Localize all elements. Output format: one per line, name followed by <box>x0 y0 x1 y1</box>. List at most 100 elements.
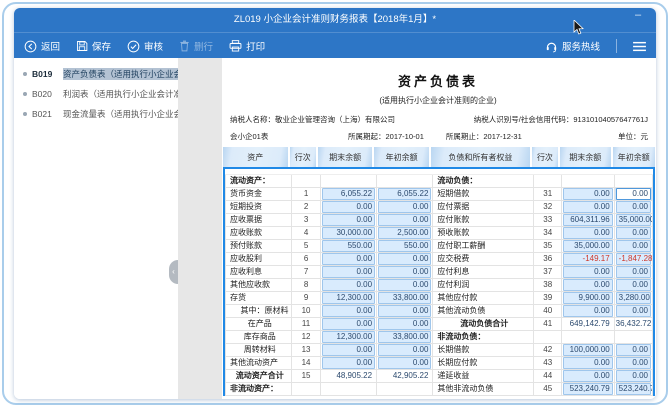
amount-input[interactable]: 0.00 <box>615 201 651 212</box>
amount-cell[interactable]: 0.00 <box>613 264 654 279</box>
amount-cell[interactable]: 550.00 <box>376 238 434 253</box>
amount-input[interactable]: 3,280.00 <box>615 292 651 303</box>
amount-cell[interactable]: 0.00 <box>376 355 434 370</box>
amount-input[interactable]: 550.00 <box>321 240 376 251</box>
amount-input[interactable]: 0.00 <box>615 227 651 238</box>
amount-cell[interactable]: 0.00 <box>561 199 615 214</box>
amount-input[interactable]: 0.00 <box>378 201 432 212</box>
amount-input[interactable]: 523,240.79 <box>615 383 651 394</box>
minimize-icon[interactable]: – <box>632 10 644 22</box>
amount-input[interactable]: 604,311.96 <box>563 214 613 225</box>
sidebar-item-b021[interactable]: B021 现金流量表（适用执行小企业会计准则 <box>14 104 178 124</box>
toolbar-button-1[interactable]: 返回 <box>24 39 60 53</box>
amount-cell[interactable]: 0.00 <box>376 251 434 266</box>
amount-cell[interactable]: 6,055.22 <box>319 186 378 201</box>
amount-input[interactable]: 0.00 <box>615 357 651 368</box>
amount-cell[interactable]: 0.00 <box>561 186 615 201</box>
amount-input[interactable]: 0.00 <box>615 344 651 355</box>
amount-cell[interactable]: 12,300.00 <box>319 290 378 305</box>
amount-cell[interactable]: 0.00 <box>613 368 654 383</box>
amount-input[interactable]: 0.00 <box>378 318 432 329</box>
amount-cell[interactable]: 3,280.00 <box>613 290 654 305</box>
amount-cell[interactable]: 0.00 <box>319 212 378 227</box>
amount-cell[interactable]: 33,800.00 <box>376 329 434 344</box>
amount-input[interactable]: 0.00 <box>563 357 613 368</box>
amount-input[interactable]: 35,000.00 <box>615 214 651 225</box>
amount-cell[interactable]: 0.00 <box>319 316 378 331</box>
amount-cell[interactable]: 6,055.22 <box>376 186 434 201</box>
toolbar-button-5[interactable]: 打印 <box>229 39 265 53</box>
amount-cell[interactable]: 0.00 <box>376 316 434 331</box>
amount-cell[interactable]: 0.00 <box>561 303 615 318</box>
amount-cell[interactable]: 0.00 <box>376 277 434 292</box>
amount-cell[interactable]: 0.00 <box>613 225 654 240</box>
amount-input[interactable]: 0.00 <box>563 201 613 212</box>
service-hotline-button[interactable]: 服务热线 <box>545 39 600 53</box>
amount-input[interactable]: 0.00 <box>563 279 613 290</box>
amount-input[interactable]: 0.00 <box>321 357 376 368</box>
sidebar-item-b019[interactable]: B019 资产负债表（适用执行小企业会计准则 <box>14 64 178 84</box>
amount-input[interactable]: 523,240.79 <box>563 383 613 394</box>
amount-input[interactable]: 0.00 <box>321 318 376 329</box>
amount-input[interactable]: 0.00 <box>378 253 432 264</box>
amount-cell[interactable]: -1,847.28 <box>613 251 654 266</box>
amount-cell[interactable]: 604,311.96 <box>561 212 615 227</box>
amount-cell[interactable]: 0.00 <box>376 342 434 357</box>
amount-cell[interactable]: 0.00 <box>376 264 434 279</box>
amount-input[interactable]: 9,900.00 <box>563 292 613 303</box>
sidebar-collapse-handle[interactable]: ‹ <box>169 260 178 284</box>
amount-input[interactable]: 0.00 <box>615 240 651 251</box>
amount-input[interactable]: 0.00 <box>378 279 432 290</box>
amount-input[interactable]: 2,500.00 <box>378 227 432 238</box>
amount-cell[interactable]: 35,000.00 <box>613 212 654 227</box>
amount-input[interactable]: 0.00 <box>563 188 613 199</box>
amount-cell[interactable]: 0.00 <box>613 303 654 318</box>
amount-cell[interactable]: 0.00 <box>613 186 654 201</box>
amount-input[interactable]: -1,847.28 <box>615 253 651 264</box>
amount-input[interactable]: 0.00 <box>563 227 613 238</box>
amount-cell[interactable]: 0.00 <box>319 264 378 279</box>
amount-input[interactable]: 33,800.00 <box>378 331 432 342</box>
amount-cell[interactable]: 0.00 <box>319 251 378 266</box>
amount-input[interactable]: 33,800.00 <box>378 292 432 303</box>
amount-cell[interactable]: 33,800.00 <box>376 290 434 305</box>
toolbar-button-2[interactable]: 保存 <box>76 39 111 53</box>
amount-input[interactable]: 0.00 <box>321 305 376 316</box>
amount-input[interactable]: 0.00 <box>321 279 376 290</box>
amount-input[interactable]: 12,300.00 <box>321 331 376 342</box>
amount-cell[interactable]: 0.00 <box>376 212 434 227</box>
hamburger-menu-icon[interactable] <box>633 41 646 52</box>
amount-input[interactable]: 0.00 <box>321 266 376 277</box>
amount-input[interactable]: 0.00 <box>321 344 376 355</box>
amount-input[interactable]: 0.00 <box>563 305 613 316</box>
amount-input[interactable]: 0.00 <box>615 266 651 277</box>
amount-cell[interactable]: 523,240.79 <box>613 381 654 396</box>
amount-cell[interactable]: 100,000.00 <box>561 342 615 357</box>
amount-input[interactable]: 0.00 <box>615 279 651 290</box>
amount-input[interactable]: 0.00 <box>378 344 432 355</box>
amount-cell[interactable]: 0.00 <box>561 368 615 383</box>
amount-cell[interactable]: 523,240.79 <box>561 381 615 396</box>
amount-input[interactable]: 0.00 <box>321 214 376 225</box>
amount-cell[interactable]: 0.00 <box>613 355 654 370</box>
amount-cell[interactable]: 0.00 <box>319 277 378 292</box>
amount-input[interactable]: 0.00 <box>563 266 613 277</box>
amount-cell[interactable]: 0.00 <box>319 355 378 370</box>
amount-cell[interactable]: 0.00 <box>561 264 615 279</box>
amount-cell[interactable]: -149.17 <box>561 251 615 266</box>
amount-cell[interactable]: 12,300.00 <box>319 329 378 344</box>
amount-cell[interactable]: 550.00 <box>319 238 378 253</box>
amount-input[interactable]: 0.00 <box>615 370 651 381</box>
amount-input[interactable]: 0.00 <box>615 305 651 316</box>
amount-cell[interactable]: 30,000.00 <box>319 225 378 240</box>
amount-cell[interactable]: 0.00 <box>561 225 615 240</box>
amount-input[interactable]: 35,000.00 <box>563 240 613 251</box>
amount-input[interactable]: 30,000.00 <box>321 227 376 238</box>
amount-cell[interactable]: 0.00 <box>561 277 615 292</box>
amount-input[interactable]: 0.00 <box>563 370 613 381</box>
amount-input[interactable]: 12,300.00 <box>321 292 376 303</box>
amount-cell[interactable]: 0.00 <box>561 355 615 370</box>
amount-cell[interactable]: 35,000.00 <box>561 238 615 253</box>
amount-input[interactable]: 0.00 <box>378 214 432 225</box>
sidebar-item-b020[interactable]: B020 利润表（适用执行小企业会计准则的企 <box>14 84 178 104</box>
